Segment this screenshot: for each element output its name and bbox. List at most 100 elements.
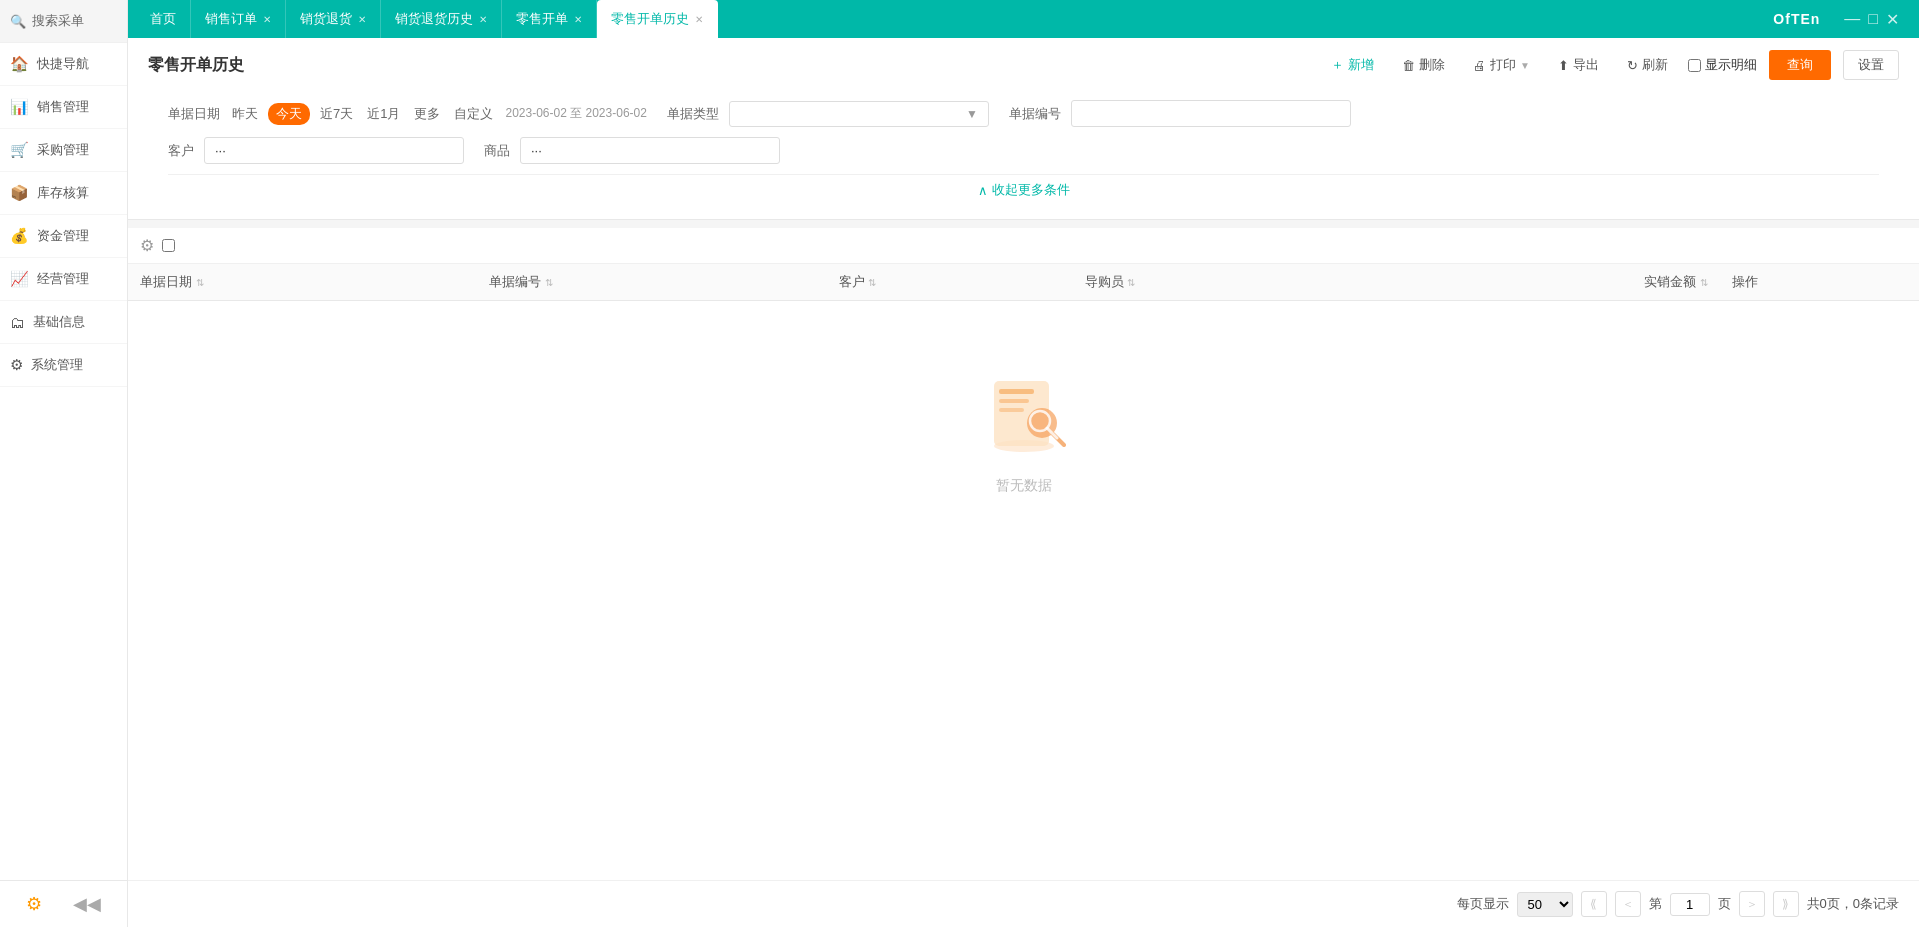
- page-title-row: 零售开单历史 ＋ 新增 🗑 删除 🖨 打印 ▼: [148, 50, 1899, 80]
- doc-num-input[interactable]: [1071, 100, 1351, 127]
- empty-state: 暂无数据: [128, 301, 1919, 555]
- sidebar-settings-btn[interactable]: ⚙: [26, 893, 42, 915]
- maximize-btn[interactable]: □: [1868, 10, 1878, 28]
- date-btn-more[interactable]: 更多: [410, 103, 444, 125]
- date-filter: 单据日期 昨天 今天 近7天 近1月 更多 自定义 2023-06-02 至 2…: [168, 103, 647, 125]
- tab-sales-return[interactable]: 销货退货 ✕: [286, 0, 381, 38]
- sidebar-item-stock-mgmt[interactable]: 📦 库存核算: [0, 172, 127, 215]
- customer-select[interactable]: ···: [204, 137, 464, 164]
- date-btn-7days[interactable]: 近7天: [316, 103, 357, 125]
- date-btn-custom[interactable]: 自定义: [450, 103, 497, 125]
- filter-area: 单据日期 昨天 今天 近7天 近1月 更多 自定义 2023-06-02 至 2…: [148, 90, 1899, 219]
- next-page-btn[interactable]: ＞: [1739, 891, 1765, 917]
- doc-type-select[interactable]: ▼: [729, 101, 989, 127]
- customer-filter: 客户 ···: [168, 137, 464, 164]
- add-button[interactable]: ＋ 新增: [1323, 52, 1382, 78]
- delete-label: 删除: [1419, 56, 1445, 74]
- date-btn-month[interactable]: 近1月: [363, 103, 404, 125]
- tab-sales-return-history-label: 销货退货历史: [395, 10, 473, 28]
- tab-sales-order[interactable]: 销售订单 ✕: [191, 0, 286, 38]
- quick-nav-icon: 🏠: [10, 55, 29, 73]
- tab-sales-return-label: 销货退货: [300, 10, 352, 28]
- tab-retail-history[interactable]: 零售开单历史 ✕: [597, 0, 718, 38]
- query-button[interactable]: 查询: [1769, 50, 1831, 80]
- sidebar-item-base-info[interactable]: 🗂 基础信息: [0, 301, 127, 344]
- sales-icon: 📊: [10, 98, 29, 116]
- page-title: 零售开单历史: [148, 55, 244, 76]
- first-page-btn[interactable]: ⟪: [1581, 891, 1607, 917]
- prev-page-btn[interactable]: ＜: [1615, 891, 1641, 917]
- settings-button[interactable]: 设置: [1843, 50, 1899, 80]
- tab-retail-history-close[interactable]: ✕: [695, 14, 703, 25]
- empty-icon: [974, 361, 1074, 461]
- base-info-icon: 🗂: [10, 314, 25, 331]
- goods-filter: 商品 ···: [484, 137, 780, 164]
- doc-type-label: 单据类型: [667, 105, 719, 123]
- export-label: 导出: [1573, 56, 1599, 74]
- print-label: 打印: [1490, 56, 1516, 74]
- stock-icon: 📦: [10, 184, 29, 202]
- svg-rect-4: [999, 408, 1024, 412]
- display-detail-input[interactable]: [1688, 59, 1701, 72]
- goods-value: ···: [531, 143, 542, 158]
- tab-bar-right: OfTEn — □ ✕: [1773, 10, 1911, 29]
- display-detail-checkbox[interactable]: 显示明细: [1688, 56, 1757, 74]
- col-amount[interactable]: 实销金额 ⇅: [1370, 264, 1719, 301]
- table-head: 单据日期 ⇅ 单据编号 ⇅ 客户 ⇅: [128, 264, 1919, 301]
- refresh-label: 刷新: [1642, 56, 1668, 74]
- filter-row-1: 单据日期 昨天 今天 近7天 近1月 更多 自定义 2023-06-02 至 2…: [168, 100, 1879, 127]
- tab-home[interactable]: 首页: [136, 0, 191, 38]
- tab-sales-return-close[interactable]: ✕: [358, 14, 366, 25]
- date-btn-today[interactable]: 今天: [268, 103, 310, 125]
- col-num[interactable]: 单据编号 ⇅: [477, 264, 826, 301]
- page-label-pre: 第: [1649, 895, 1662, 913]
- sidebar-item-quick-nav[interactable]: 🏠 快捷导航: [0, 43, 127, 86]
- sidebar-item-label: 资金管理: [37, 227, 89, 245]
- per-page-select[interactable]: 50 10 20 100: [1517, 892, 1573, 917]
- purchase-icon: 🛒: [10, 141, 29, 159]
- table-settings-icon[interactable]: ⚙: [140, 236, 154, 255]
- collapse-bar[interactable]: ∧ 收起更多条件: [168, 174, 1879, 209]
- tab-retail-open-close[interactable]: ✕: [574, 14, 582, 25]
- close-btn[interactable]: ✕: [1886, 10, 1899, 29]
- table-wrapper: 单据日期 ⇅ 单据编号 ⇅ 客户 ⇅: [128, 264, 1919, 880]
- pagination: 每页显示 50 10 20 100 ⟪ ＜ 第 页 ＞ ⟫ 共0页，0条记录: [128, 880, 1919, 927]
- last-page-btn[interactable]: ⟫: [1773, 891, 1799, 917]
- refresh-button[interactable]: ↻ 刷新: [1619, 52, 1676, 78]
- tab-home-label: 首页: [150, 10, 176, 28]
- svg-rect-2: [999, 389, 1034, 394]
- add-icon: ＋: [1331, 56, 1344, 74]
- sidebar-item-label: 基础信息: [33, 313, 85, 331]
- sidebar-item-sales-mgmt[interactable]: 📊 销售管理: [0, 86, 127, 129]
- col-customer[interactable]: 客户 ⇅: [827, 264, 1073, 301]
- col-date[interactable]: 单据日期 ⇅: [128, 264, 477, 301]
- goods-select[interactable]: ···: [520, 137, 780, 164]
- tab-sales-return-history-close[interactable]: ✕: [479, 14, 487, 25]
- delete-button[interactable]: 🗑 删除: [1394, 52, 1453, 78]
- search-icon: 🔍: [10, 14, 26, 29]
- doc-num-label: 单据编号: [1009, 105, 1061, 123]
- date-btn-yesterday[interactable]: 昨天: [228, 103, 262, 125]
- minimize-btn[interactable]: —: [1844, 10, 1860, 28]
- per-page-label: 每页显示: [1457, 895, 1509, 913]
- export-button[interactable]: ⬆ 导出: [1550, 52, 1607, 78]
- doc-num-filter: 单据编号: [1009, 100, 1351, 127]
- sort-amount-icon: ⇅: [1700, 277, 1708, 288]
- sidebar-collapse-btn[interactable]: ◀◀: [73, 893, 101, 915]
- search-menu-item[interactable]: 🔍 搜索采单: [0, 0, 127, 43]
- page-input[interactable]: [1670, 893, 1710, 916]
- sidebar-item-sys-mgmt[interactable]: ⚙ 系统管理: [0, 344, 127, 387]
- print-button[interactable]: 🖨 打印 ▼: [1465, 52, 1538, 78]
- select-all-checkbox[interactable]: [162, 239, 175, 252]
- col-salesperson[interactable]: 导购员 ⇅: [1073, 264, 1371, 301]
- tab-sales-return-history[interactable]: 销货退货历史 ✕: [381, 0, 502, 38]
- tab-retail-open[interactable]: 零售开单 ✕: [502, 0, 597, 38]
- tab-retail-open-label: 零售开单: [516, 10, 568, 28]
- date-range-text: 2023-06-02 至 2023-06-02: [505, 105, 646, 122]
- tab-sales-order-close[interactable]: ✕: [263, 14, 271, 25]
- sidebar-item-purchase-mgmt[interactable]: 🛒 采购管理: [0, 129, 127, 172]
- sidebar-item-biz-mgmt[interactable]: 📈 经营管理: [0, 258, 127, 301]
- date-shortcuts: 昨天 今天 近7天 近1月 更多 自定义: [228, 103, 497, 125]
- sidebar-item-finance-mgmt[interactable]: 💰 资金管理: [0, 215, 127, 258]
- page-header: 零售开单历史 ＋ 新增 🗑 删除 🖨 打印 ▼: [128, 38, 1919, 220]
